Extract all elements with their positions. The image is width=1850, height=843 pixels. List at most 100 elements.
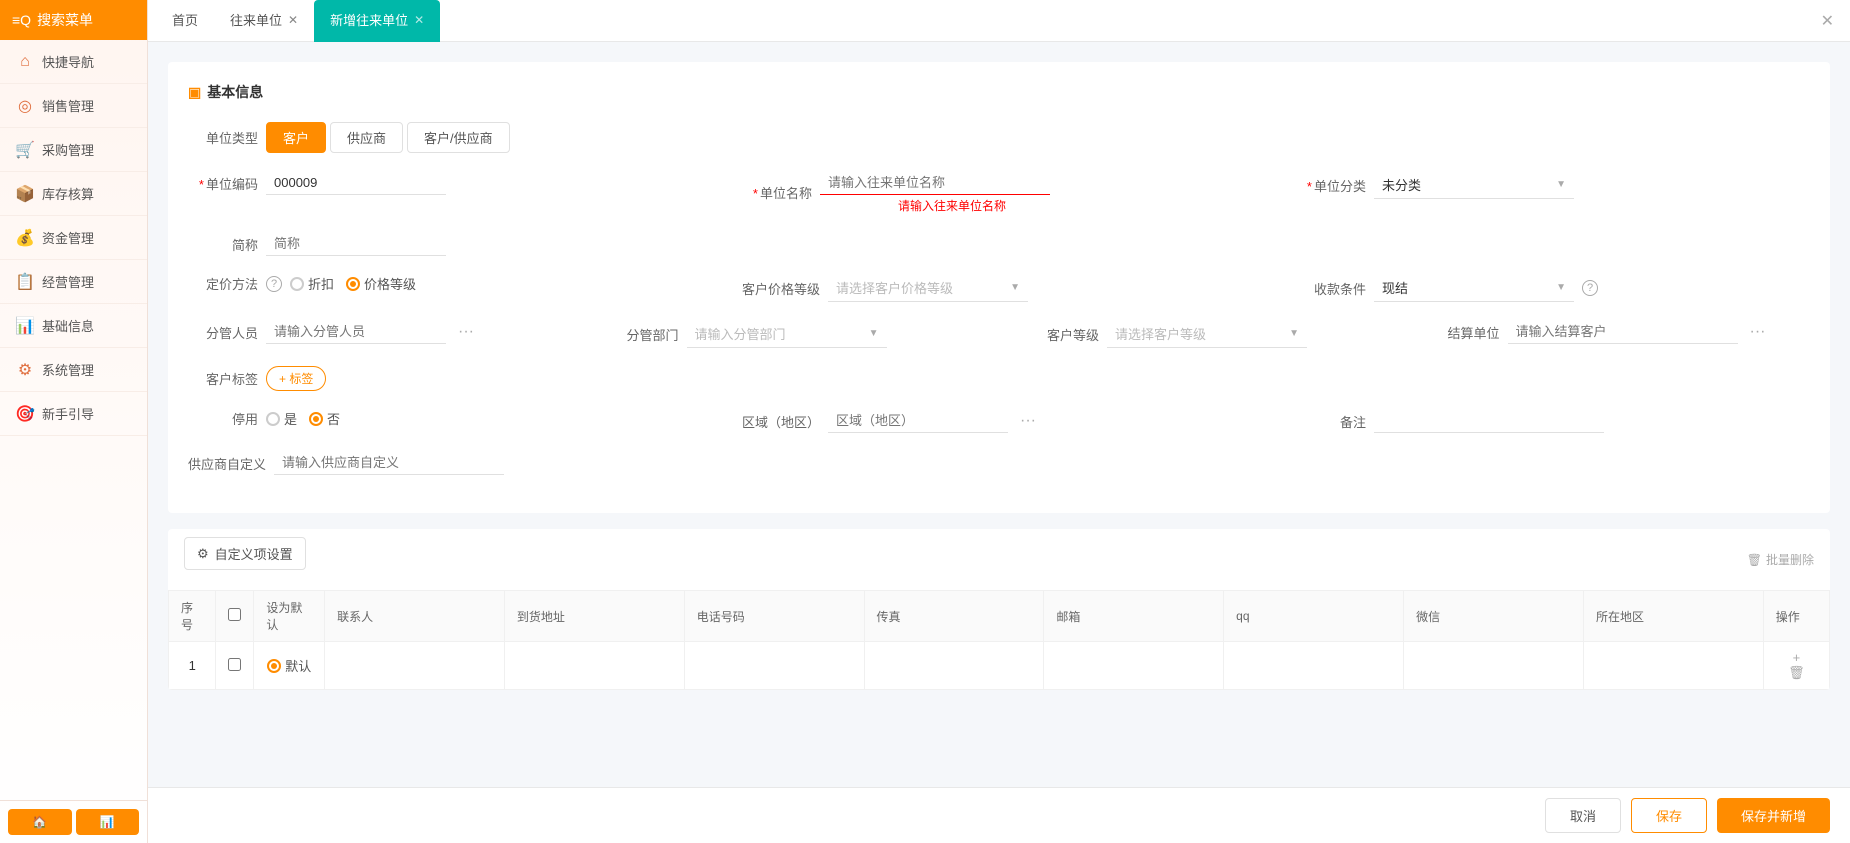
row-checkbox[interactable] xyxy=(228,658,241,671)
pricing-row: 定价方法 ? 折扣 价格等级 客户价格 xyxy=(188,274,1810,302)
pricing-discount-option[interactable]: 折扣 xyxy=(290,274,334,293)
manager-row: 分管人员 ··· 分管部门 请输入分管部门 ▼ 客户等级 请选择客户等级 ▼ xyxy=(188,320,1810,348)
row-contact-input[interactable] xyxy=(337,658,492,673)
sidebar-item-inventory[interactable]: 📦 库存核算 xyxy=(0,172,147,216)
sidebar-item-operations[interactable]: 📋 经营管理 xyxy=(0,260,147,304)
row-email xyxy=(1044,642,1224,690)
select-all-checkbox[interactable] xyxy=(228,608,241,621)
sidebar-item-label: 快捷导航 xyxy=(42,52,94,71)
window-close-button[interactable]: ✕ xyxy=(1813,11,1842,31)
name-input[interactable] xyxy=(820,171,1050,195)
save-and-new-button[interactable]: 保存并新增 xyxy=(1717,798,1830,833)
chevron-down-icon3: ▼ xyxy=(1556,282,1566,293)
col-fax: 传真 xyxy=(864,591,1044,642)
tab-partners[interactable]: 往来单位 ✕ xyxy=(214,0,314,42)
category-select[interactable]: 未分类 ▼ xyxy=(1374,171,1574,199)
sidebar-search[interactable]: ≡Q 搜索菜单 xyxy=(0,0,147,40)
code-field: *单位编码 xyxy=(188,171,702,195)
unit-type-both[interactable]: 客户/供应商 xyxy=(407,122,510,153)
sidebar-stats-button[interactable]: 📊 xyxy=(76,809,140,835)
manager-input[interactable] xyxy=(266,320,446,344)
cancel-button[interactable]: 取消 xyxy=(1545,798,1621,833)
row-fax-input[interactable] xyxy=(877,658,1032,673)
tab-new-partner[interactable]: 新增往来单位 ✕ xyxy=(314,0,440,42)
contacts-table: 序号 设为默认 联系人 到货地址 电话号码 传真 邮箱 qq 微信 所在地区 操… xyxy=(168,590,1830,690)
col-contact: 联系人 xyxy=(325,591,505,642)
disabled-no-option[interactable]: 否 xyxy=(309,409,340,428)
disabled-yes-label: 是 xyxy=(284,409,297,428)
row-default-cell: 默认 xyxy=(254,642,325,690)
row-phone-input[interactable] xyxy=(697,658,852,673)
region-field: 区域（地区） ··· xyxy=(742,409,1256,433)
row-region xyxy=(1583,642,1763,690)
tab-new-partner-close[interactable]: ✕ xyxy=(414,13,424,27)
row-delete-button[interactable]: 🗑 xyxy=(1788,665,1805,680)
payment-select[interactable]: 现结 ▼ xyxy=(1374,274,1574,302)
customer-level-select[interactable]: 请选择客户等级 ▼ xyxy=(1107,320,1307,348)
region-input[interactable] xyxy=(828,409,1008,433)
sidebar-item-sales[interactable]: ◎ 销售管理 xyxy=(0,84,147,128)
add-tag-button[interactable]: + 标签 xyxy=(266,366,326,391)
sidebar-item-system[interactable]: ⚙ 系统管理 xyxy=(0,348,147,392)
table-row: 1 默认 xyxy=(169,642,1830,690)
remark-input[interactable] xyxy=(1374,409,1604,433)
remark-field: 备注 xyxy=(1296,409,1810,433)
dept-placeholder: 请输入分管部门 xyxy=(695,324,786,343)
sidebar-item-basic-info[interactable]: 📊 基础信息 xyxy=(0,304,147,348)
col-num: 序号 xyxy=(169,591,216,642)
row-default-radio-item[interactable]: 默认 xyxy=(266,656,312,675)
code-input[interactable] xyxy=(266,171,446,195)
row-qq-input[interactable] xyxy=(1236,658,1391,673)
disabled-radio-group: 是 否 xyxy=(266,409,340,428)
table-actions: ⚙ 自定义项设置 🗑 批量删除 xyxy=(168,529,1830,590)
save-button[interactable]: 保存 xyxy=(1631,798,1707,833)
manager-more-button[interactable]: ··· xyxy=(454,323,478,341)
row-wechat-input[interactable] xyxy=(1416,658,1571,673)
customer-price-select[interactable]: 请选择客户价格等级 ▼ xyxy=(828,274,1028,302)
row-region-input[interactable] xyxy=(1596,658,1751,673)
sidebar-item-purchase[interactable]: 🛒 采购管理 xyxy=(0,128,147,172)
row-email-input[interactable] xyxy=(1056,658,1211,673)
sidebar-home-button[interactable]: 🏠 xyxy=(8,809,72,835)
sidebar-item-finance[interactable]: 💰 资金管理 xyxy=(0,216,147,260)
col-checkbox[interactable] xyxy=(216,591,254,642)
tag-row: 客户标签 + 标签 xyxy=(188,366,1810,391)
sidebar-item-label: 销售管理 xyxy=(42,96,94,115)
row-checkbox-cell xyxy=(216,642,254,690)
custom-settings-button[interactable]: ⚙ 自定义项设置 xyxy=(184,537,306,570)
pricing-help-icon[interactable]: ? xyxy=(266,276,282,292)
main-area: 首页 往来单位 ✕ 新增往来单位 ✕ ✕ ▣ 基本信息 单位类型 客户 xyxy=(148,0,1850,843)
tab-partners-close[interactable]: ✕ xyxy=(288,13,298,27)
unit-type-customer[interactable]: 客户 xyxy=(266,122,326,153)
row-fax xyxy=(864,642,1044,690)
supplier-custom-input[interactable] xyxy=(274,451,504,475)
supplier-custom-field: 供应商自定义 xyxy=(188,451,1810,475)
home-icon: ⌂ xyxy=(16,53,34,71)
purchase-icon: 🛒 xyxy=(16,141,34,159)
finance-icon: 💰 xyxy=(16,229,34,247)
settlement-input[interactable] xyxy=(1508,320,1738,344)
disabled-yes-option[interactable]: 是 xyxy=(266,409,297,428)
payment-help-icon[interactable]: ? xyxy=(1582,280,1598,296)
customer-price-label: 客户价格等级 xyxy=(742,279,820,298)
sidebar-item-quick-nav[interactable]: ⌂ 快捷导航 xyxy=(0,40,147,84)
short-name-input[interactable] xyxy=(266,232,446,256)
dept-select[interactable]: 请输入分管部门 ▼ xyxy=(687,320,887,348)
settlement-more-button[interactable]: ··· xyxy=(1746,323,1770,341)
unit-type-supplier[interactable]: 供应商 xyxy=(330,122,403,153)
name-label: *单位名称 xyxy=(742,183,812,202)
manager-label: 分管人员 xyxy=(188,323,258,342)
unit-type-group: 客户 供应商 客户/供应商 xyxy=(266,122,510,153)
code-name-category-row: *单位编码 *单位名称 请输入往来单位名称 *单位分类 未分类 ▼ xyxy=(188,171,1810,214)
batch-delete-button[interactable]: 🗑 批量删除 xyxy=(1747,537,1814,582)
chevron-down-icon4: ▼ xyxy=(869,328,879,339)
sidebar-item-guide[interactable]: 🎯 新手引导 xyxy=(0,392,147,436)
row-address-input[interactable] xyxy=(517,658,672,673)
disabled-field: 停用 是 否 xyxy=(188,409,702,428)
settings-icon: ⚙ xyxy=(197,546,209,562)
region-more-button[interactable]: ··· xyxy=(1016,412,1040,430)
row-add-button[interactable]: + xyxy=(1793,650,1801,665)
pricing-level-option[interactable]: 价格等级 xyxy=(346,274,416,293)
tab-partners-label: 往来单位 xyxy=(230,10,282,29)
tab-home[interactable]: 首页 xyxy=(156,0,214,42)
